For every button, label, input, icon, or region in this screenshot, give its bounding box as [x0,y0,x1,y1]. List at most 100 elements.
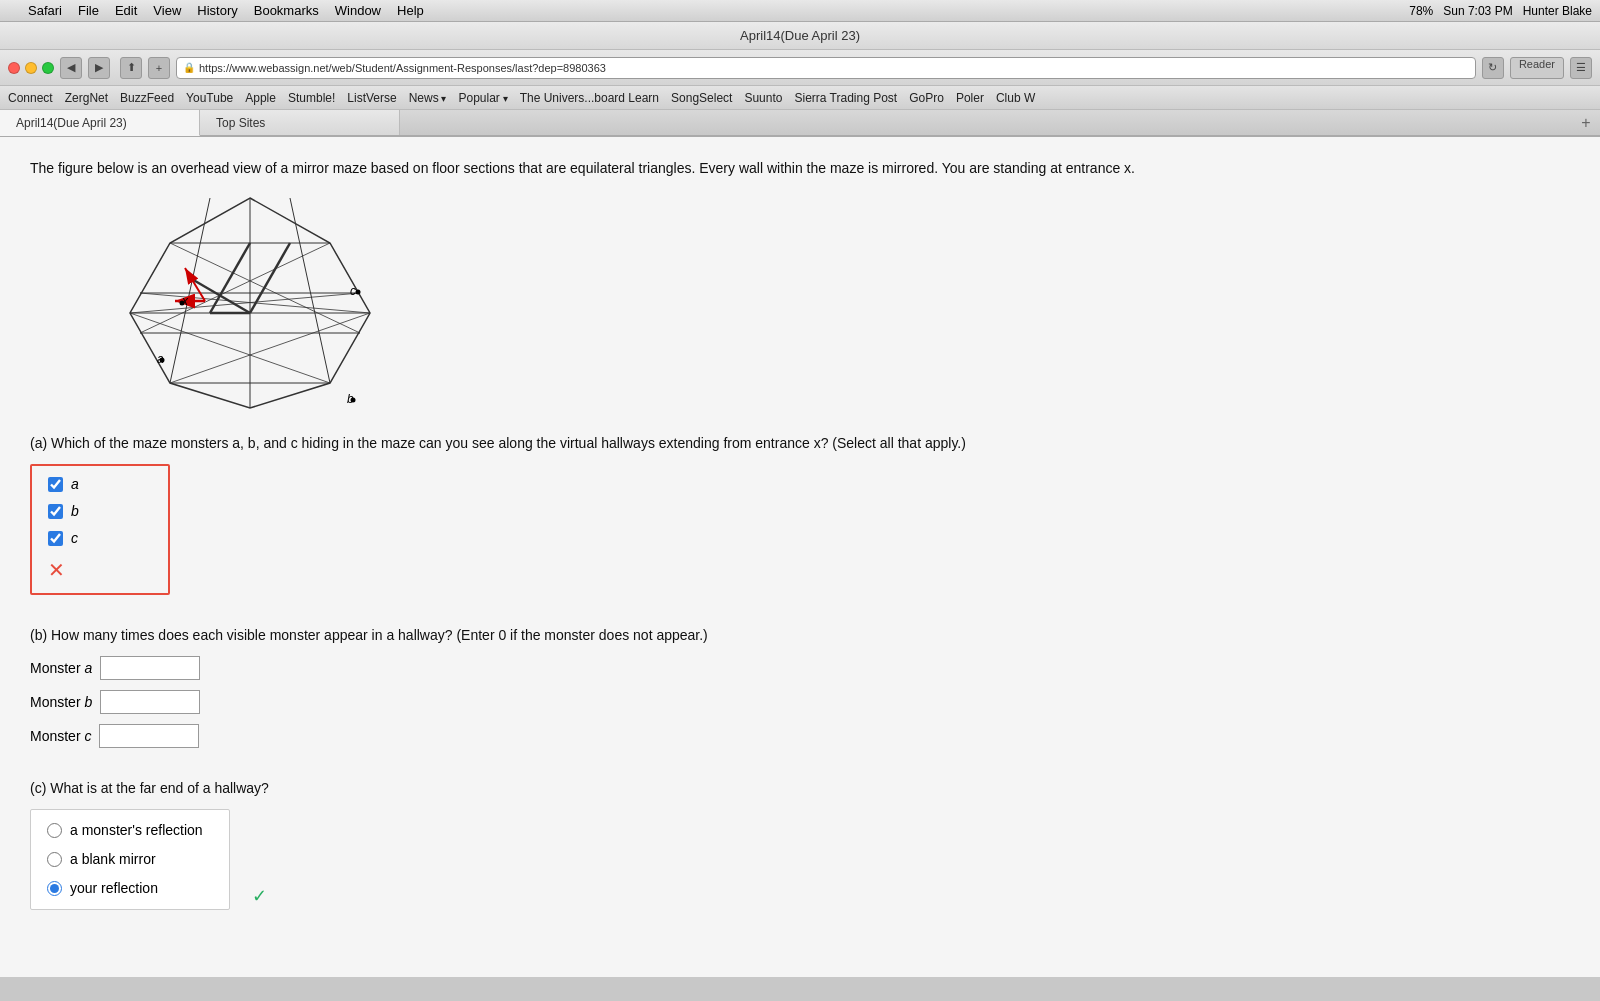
part-b-section: (b) How many times does each visible mon… [30,625,1570,748]
question-intro: The figure below is an overhead view of … [30,157,1570,179]
svg-line-8 [290,198,330,383]
window-title: April14(Due April 23) [740,28,860,43]
radio-blank-mirror[interactable] [47,852,62,867]
radio-blank-mirror-label: a blank mirror [70,849,156,870]
tab-april14[interactable]: April14(Due April 23) [0,110,200,136]
monster-c-input[interactable] [99,724,199,748]
checkbox-a[interactable] [48,477,63,492]
menu-edit[interactable]: Edit [115,3,137,18]
bookmark-youtube[interactable]: YouTube [186,91,233,105]
part-a-checkbox-group: a b c ✕ [30,464,170,595]
part-c-radio-group: a monster's reflection a blank mirror yo… [30,809,230,910]
back-button[interactable]: ◀ [60,57,82,79]
bookmark-songselect[interactable]: SongSelect [671,91,732,105]
maze-container: x c b a [110,193,1570,413]
bookmark-poler[interactable]: Poler [956,91,984,105]
radio-your-reflection[interactable] [47,881,62,896]
svg-line-6 [170,198,210,383]
bookmark-suunto[interactable]: Suunto [744,91,782,105]
menu-bookmarks[interactable]: Bookmarks [254,3,319,18]
user-name: Hunter Blake [1523,4,1592,18]
bookmark-connect[interactable]: Connect [8,91,53,105]
monster-a-row: Monster a [30,656,1570,680]
traffic-lights [8,62,54,74]
part-b-label: (b) How many times does each visible mon… [30,625,1570,646]
menubar-right: 78% Sun 7:03 PM Hunter Blake [1409,4,1592,18]
svg-point-30 [160,358,165,363]
monster-b-label: Monster b [30,692,92,713]
bookmark-stumble[interactable]: Stumble! [288,91,335,105]
svg-line-18 [190,278,250,313]
radio-your-reflection-label: your reflection [70,878,158,899]
part-c-label: (c) What is at the far end of a hallway? [30,778,1570,799]
menu-view[interactable]: View [153,3,181,18]
checkbox-b[interactable] [48,504,63,519]
add-tab-button[interactable]: + [1572,110,1600,135]
tab-topsites-label: Top Sites [216,116,265,130]
bookmark-listverse[interactable]: ListVerse [347,91,396,105]
new-tab-button[interactable]: + [148,57,170,79]
svg-line-12 [140,243,330,333]
maximize-button[interactable] [42,62,54,74]
monster-a-input[interactable] [100,656,200,680]
mac-menubar: Safari File Edit View History Bookmarks … [0,0,1600,22]
forward-button[interactable]: ▶ [88,57,110,79]
svg-point-26 [356,290,361,295]
share-button[interactable]: ⬆ [120,57,142,79]
checkbox-row-b: b [48,501,152,522]
safari-titlebar: April14(Due April 23) [0,22,1600,50]
maze-diagram: x c b a [110,193,390,413]
tab-topsites[interactable]: Top Sites [200,110,400,135]
checkbox-c[interactable] [48,531,63,546]
part-c-correct-icon: ✓ [252,883,267,910]
lock-icon: 🔒 [183,62,195,73]
checkbox-c-label: c [71,528,78,549]
menu-history[interactable]: History [197,3,237,18]
svg-text:c: c [350,284,356,298]
monster-c-row: Monster c [30,724,1570,748]
reload-button[interactable]: ↻ [1482,57,1504,79]
part-a-error-icon: ✕ [48,555,152,585]
bookmarks-bar: Connect ZergNet BuzzFeed YouTube Apple S… [0,86,1600,110]
tab-april14-label: April14(Due April 23) [16,116,127,130]
bookmark-popular[interactable]: Popular [458,91,507,105]
svg-point-28 [351,398,356,403]
menu-help[interactable]: Help [397,3,424,18]
bookmark-sierra[interactable]: Sierra Trading Post [794,91,897,105]
tab-spacer [400,110,1572,135]
part-a-section: (a) Which of the maze monsters a, b, and… [30,433,1570,595]
checkbox-a-label: a [71,474,79,495]
svg-point-24 [180,301,185,306]
part-a-label: (a) Which of the maze monsters a, b, and… [30,433,1570,454]
svg-line-13 [170,313,370,383]
bookmark-gopro[interactable]: GoPro [909,91,944,105]
bookmark-zergnet[interactable]: ZergNet [65,91,108,105]
monster-c-label: Monster c [30,726,91,747]
part-c-section: (c) What is at the far end of a hallway?… [30,778,1570,910]
radio-monsters-reflection[interactable] [47,823,62,838]
menu-safari[interactable]: Safari [28,3,62,18]
tabs-bar: April14(Due April 23) Top Sites + [0,110,1600,136]
close-button[interactable] [8,62,20,74]
clock: Sun 7:03 PM [1443,4,1512,18]
menu-window[interactable]: Window [335,3,381,18]
bookmark-univers[interactable]: The Univers...board Learn [520,91,659,105]
monster-b-row: Monster b [30,690,1570,714]
bookmark-news[interactable]: News [409,91,447,105]
monster-b-input[interactable] [100,690,200,714]
bookmark-apple[interactable]: Apple [245,91,276,105]
safari-chrome: April14(Due April 23) ◀ ▶ ⬆ + 🔒 https://… [0,22,1600,137]
checkbox-row-a: a [48,474,152,495]
menu-file[interactable]: File [78,3,99,18]
reader-button[interactable]: Reader [1510,57,1564,79]
radio-row-blank-mirror: a blank mirror [47,849,213,870]
radio-row-your-reflection: your reflection [47,878,213,899]
address-bar[interactable]: 🔒 https://www.webassign.net/web/Student/… [176,57,1476,79]
checkbox-b-label: b [71,501,79,522]
url-text: https://www.webassign.net/web/Student/As… [199,62,606,74]
bookmark-buzzfeed[interactable]: BuzzFeed [120,91,174,105]
battery-indicator: 78% [1409,4,1433,18]
sidebar-button[interactable]: ☰ [1570,57,1592,79]
bookmark-clubw[interactable]: Club W [996,91,1035,105]
minimize-button[interactable] [25,62,37,74]
